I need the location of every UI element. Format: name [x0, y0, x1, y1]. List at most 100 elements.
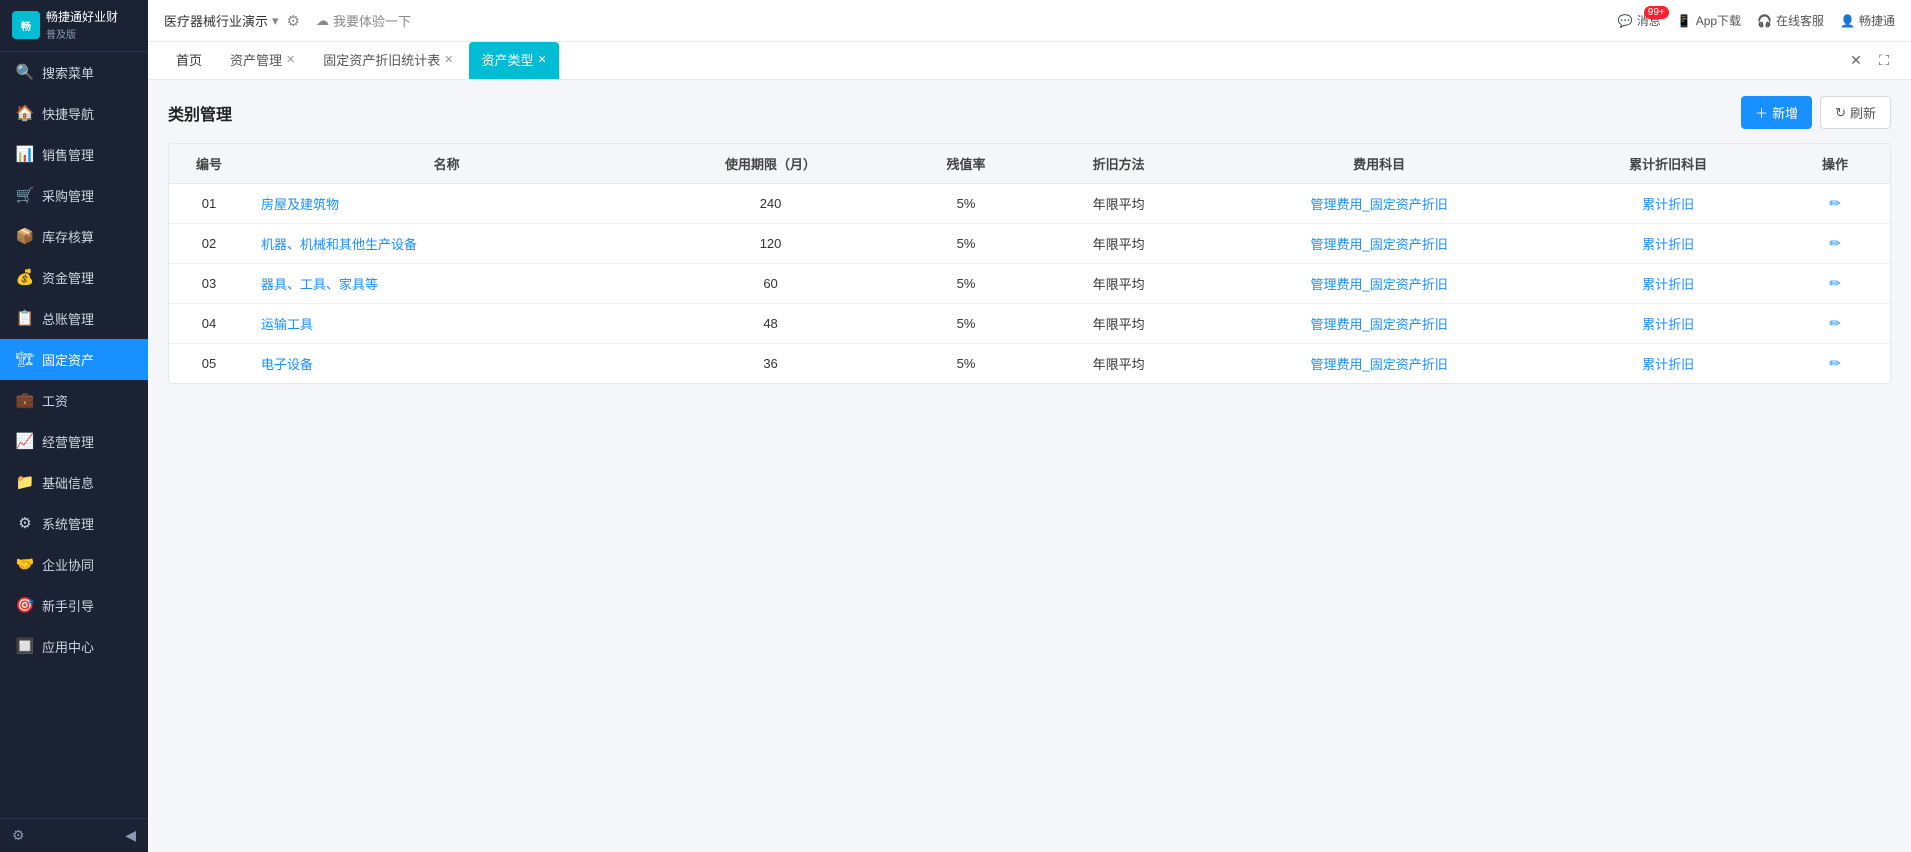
cell-method: 年限平均 — [1035, 224, 1202, 264]
search-icon: 🔍 — [16, 63, 34, 81]
message-btn[interactable]: 💬 消息 99+ — [1618, 12, 1661, 29]
edit-icon[interactable]: ✏ — [1829, 275, 1841, 291]
window-controls: ✕ ⛶ — [1845, 50, 1895, 72]
cell-fee-subject: 管理费用_固定资产折旧 — [1202, 344, 1556, 384]
table-row: 05 电子设备 36 5% 年限平均 管理费用_固定资产折旧 累计折旧 ✏ — [169, 344, 1890, 384]
cell-action[interactable]: ✏ — [1780, 304, 1890, 344]
sidebar-item-app-center[interactable]: 🔲 应用中心 — [0, 626, 148, 667]
edit-icon[interactable]: ✏ — [1829, 235, 1841, 251]
experience-btn[interactable]: ☁ 我要体验一下 — [316, 11, 411, 30]
cell-residual: 5% — [897, 304, 1035, 344]
data-table: 编号 名称 使用期限（月） 残值率 折旧方法 费用科目 累计折旧科目 操作 01… — [168, 143, 1891, 384]
sidebar-item-inventory[interactable]: 📦 库存核算 — [0, 216, 148, 257]
cell-code: 04 — [169, 304, 249, 344]
cell-period: 120 — [644, 224, 897, 264]
collapse-icon[interactable]: ◀ — [125, 827, 136, 844]
asset-mgmt-tab-label: 资产管理 — [230, 50, 282, 69]
cell-method: 年限平均 — [1035, 304, 1202, 344]
topbar: 医疗器械行业演示 ▾ ⚙ ☁ 我要体验一下 💬 消息 99+ 📱 App下载 🎧… — [148, 0, 1911, 42]
logo-icon: 畅 — [12, 11, 40, 39]
salary-icon: 💼 — [16, 391, 34, 409]
refresh-icon: ↻ — [1835, 105, 1846, 121]
sidebar-item-search[interactable]: 🔍 搜索菜单 — [0, 52, 148, 93]
edit-icon[interactable]: ✏ — [1829, 195, 1841, 211]
cell-period: 36 — [644, 344, 897, 384]
sidebar-item-salary[interactable]: 💼 工资 — [0, 380, 148, 421]
fixed-asset-icon: 🏗 — [16, 350, 34, 368]
gear-icon[interactable]: ⚙ — [287, 12, 300, 30]
message-icon: 💬 — [1618, 14, 1633, 28]
edit-icon[interactable]: ✏ — [1829, 355, 1841, 371]
home-icon: 🏠 — [16, 104, 34, 122]
expand-window-btn[interactable]: ⛶ — [1873, 50, 1895, 72]
plus-icon: ＋ — [1755, 103, 1768, 122]
sidebar-item-funds[interactable]: 💰 资金管理 — [0, 257, 148, 298]
cell-residual: 5% — [897, 184, 1035, 224]
cell-code: 01 — [169, 184, 249, 224]
col-action: 操作 — [1780, 144, 1890, 184]
table-header: 编号 名称 使用期限（月） 残值率 折旧方法 费用科目 累计折旧科目 操作 — [169, 144, 1890, 184]
tab-fixed-asset-stats[interactable]: 固定资产折旧统计表 ✕ — [311, 42, 465, 79]
basic-info-icon: 📁 — [16, 473, 34, 491]
company-selector[interactable]: 医疗器械行业演示 ▾ — [164, 11, 279, 30]
tab-asset-type[interactable]: 资产类型 ✕ — [469, 42, 558, 79]
sidebar-item-purchase[interactable]: 🛒 采购管理 — [0, 175, 148, 216]
tab-close-fixed-asset-stats[interactable]: ✕ — [444, 53, 453, 66]
main-area: 医疗器械行业演示 ▾ ⚙ ☁ 我要体验一下 💬 消息 99+ 📱 App下载 🎧… — [148, 0, 1911, 852]
cell-action[interactable]: ✏ — [1780, 264, 1890, 304]
sidebar-item-fixed-asset[interactable]: 🏗 固定资产 — [0, 339, 148, 380]
sidebar-item-enterprise[interactable]: 🤝 企业协同 — [0, 544, 148, 585]
cell-period: 48 — [644, 304, 897, 344]
sidebar-nav: 🔍 搜索菜单 🏠 快捷导航 📊 销售管理 🛒 采购管理 📦 库存核算 💰 资金管… — [0, 52, 148, 818]
service-icon: 🎧 — [1757, 14, 1772, 28]
table-row: 03 器具、工具、家具等 60 5% 年限平均 管理费用_固定资产折旧 累计折旧… — [169, 264, 1890, 304]
online-service-btn[interactable]: 🎧 在线客服 — [1757, 12, 1824, 29]
cell-name: 电子设备 — [249, 344, 644, 384]
funds-icon: 💰 — [16, 268, 34, 286]
asset-type-tab-label: 资产类型 — [481, 50, 533, 69]
sales-icon: 📊 — [16, 145, 34, 163]
sidebar-item-guide[interactable]: 🎯 新手引导 — [0, 585, 148, 626]
enterprise-icon: 🤝 — [16, 555, 34, 573]
cell-accum-subject: 累计折旧 — [1556, 224, 1780, 264]
sidebar-bottom: ⚙ ◀ — [0, 818, 148, 852]
cell-action[interactable]: ✏ — [1780, 224, 1890, 264]
col-name: 名称 — [249, 144, 644, 184]
sidebar-item-ledger[interactable]: 📋 总账管理 — [0, 298, 148, 339]
tab-asset-mgmt[interactable]: 资产管理 ✕ — [218, 42, 307, 79]
sidebar-item-sales[interactable]: 📊 销售管理 — [0, 134, 148, 175]
cell-action[interactable]: ✏ — [1780, 184, 1890, 224]
cell-fee-subject: 管理费用_固定资产折旧 — [1202, 304, 1556, 344]
col-accum-subject: 累计折旧科目 — [1556, 144, 1780, 184]
cell-name: 运输工具 — [249, 304, 644, 344]
cell-name: 器具、工具、家具等 — [249, 264, 644, 304]
cell-name: 机器、机械和其他生产设备 — [249, 224, 644, 264]
sidebar-item-quick-nav[interactable]: 🏠 快捷导航 — [0, 93, 148, 134]
cell-residual: 5% — [897, 224, 1035, 264]
refresh-btn[interactable]: ↻ 刷新 — [1820, 96, 1891, 129]
new-btn[interactable]: ＋ 新增 — [1741, 96, 1812, 129]
app-center-icon: 🔲 — [16, 637, 34, 655]
tabs-bar: 首页 资产管理 ✕ 固定资产折旧统计表 ✕ 资产类型 ✕ ✕ ⛶ — [148, 42, 1911, 80]
app-download-btn[interactable]: 📱 App下载 — [1677, 12, 1741, 29]
avatar-icon: 👤 — [1840, 14, 1855, 28]
tab-home[interactable]: 首页 — [164, 42, 214, 79]
cell-code: 02 — [169, 224, 249, 264]
cell-period: 60 — [644, 264, 897, 304]
category-table: 编号 名称 使用期限（月） 残值率 折旧方法 费用科目 累计折旧科目 操作 01… — [169, 144, 1890, 383]
cell-name: 房屋及建筑物 — [249, 184, 644, 224]
settings-icon[interactable]: ⚙ — [12, 827, 25, 844]
page-title: 类别管理 — [168, 101, 232, 125]
user-btn[interactable]: 👤 畅捷通 — [1840, 12, 1895, 29]
sidebar-item-basic-info[interactable]: 📁 基础信息 — [0, 462, 148, 503]
sidebar-item-system[interactable]: ⚙ 系统管理 — [0, 503, 148, 544]
cell-action[interactable]: ✏ — [1780, 344, 1890, 384]
close-window-btn[interactable]: ✕ — [1845, 50, 1867, 72]
sidebar-item-operations[interactable]: 📈 经营管理 — [0, 421, 148, 462]
tab-close-asset-mgmt[interactable]: ✕ — [286, 53, 295, 66]
edit-icon[interactable]: ✏ — [1829, 315, 1841, 331]
mobile-icon: 📱 — [1677, 14, 1692, 28]
page-header: 类别管理 ＋ 新增 ↻ 刷新 — [168, 96, 1891, 129]
tab-close-asset-type[interactable]: ✕ — [538, 53, 547, 66]
app-logo: 畅 畅捷通好业财 普及版 — [0, 0, 148, 52]
